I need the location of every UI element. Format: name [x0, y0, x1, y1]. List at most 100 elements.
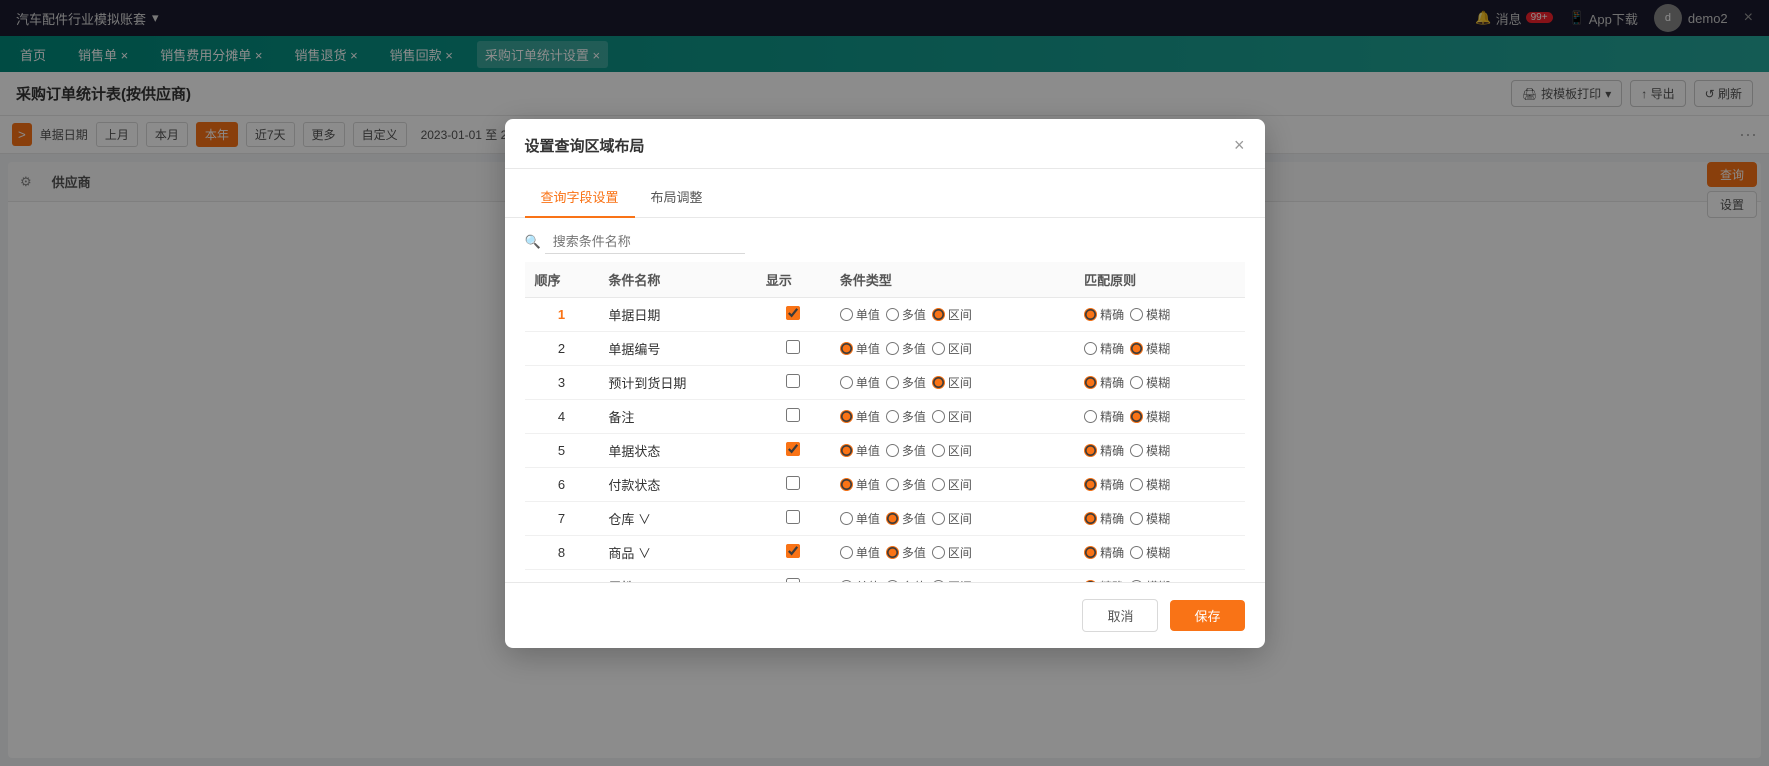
- match-rule-fuzzy-label[interactable]: 模糊: [1130, 306, 1170, 323]
- cond-type-range-label[interactable]: 区间: [932, 374, 972, 391]
- display-checkbox[interactable]: [786, 408, 800, 422]
- cancel-button[interactable]: 取消: [1082, 599, 1158, 632]
- match-rule-fuzzy-label[interactable]: 模糊: [1130, 510, 1170, 527]
- condition-search-input[interactable]: [545, 230, 745, 254]
- match-rule-fuzzy-label[interactable]: 模糊: [1130, 374, 1170, 391]
- match-rule-exact-radio[interactable]: [1084, 512, 1097, 525]
- cond-type-range-radio[interactable]: [932, 342, 945, 355]
- cond-type-multi-radio[interactable]: [886, 376, 899, 389]
- cond-type-range-label[interactable]: 区间: [932, 306, 972, 323]
- match-rule-fuzzy-radio[interactable]: [1130, 410, 1143, 423]
- match-rule-fuzzy-radio[interactable]: [1130, 444, 1143, 457]
- cond-type-range-label[interactable]: 区间: [932, 442, 972, 459]
- display-checkbox[interactable]: [786, 544, 800, 558]
- cond-type-multi-radio[interactable]: [886, 444, 899, 457]
- cond-type-multi-label[interactable]: 多值: [886, 510, 926, 527]
- cond-type-single-label[interactable]: 单值: [840, 340, 880, 357]
- cond-type-range-radio[interactable]: [932, 308, 945, 321]
- cond-type-single-label[interactable]: 单值: [840, 408, 880, 425]
- modal-tab-layout[interactable]: 布局调整: [635, 181, 719, 218]
- match-rule-exact-label[interactable]: 精确: [1084, 340, 1124, 357]
- match-rule-fuzzy-label[interactable]: 模糊: [1130, 408, 1170, 425]
- match-rule-exact-label[interactable]: 精确: [1084, 374, 1124, 391]
- cond-type-range-radio[interactable]: [932, 376, 945, 389]
- cond-type-single-radio[interactable]: [840, 512, 853, 525]
- cond-type-single-radio[interactable]: [840, 546, 853, 559]
- display-checkbox[interactable]: [786, 476, 800, 490]
- match-rule-fuzzy-radio[interactable]: [1130, 546, 1143, 559]
- cond-type-multi-radio[interactable]: [886, 546, 899, 559]
- cond-type-single-radio[interactable]: [840, 376, 853, 389]
- match-rule-exact-label[interactable]: 精确: [1084, 408, 1124, 425]
- row-display-cell[interactable]: [756, 399, 830, 433]
- cond-type-single-label[interactable]: 单值: [840, 442, 880, 459]
- row-display-cell[interactable]: [756, 365, 830, 399]
- cond-type-range-label[interactable]: 区间: [932, 408, 972, 425]
- row-display-cell[interactable]: [756, 331, 830, 365]
- match-rule-fuzzy-radio[interactable]: [1130, 342, 1143, 355]
- match-rule-exact-radio[interactable]: [1084, 546, 1097, 559]
- save-button[interactable]: 保存: [1170, 600, 1244, 631]
- match-rule-fuzzy-label[interactable]: 模糊: [1130, 340, 1170, 357]
- cond-type-range-radio[interactable]: [932, 546, 945, 559]
- cond-type-single-radio[interactable]: [840, 342, 853, 355]
- cond-type-range-radio[interactable]: [932, 478, 945, 491]
- cond-type-single-radio[interactable]: [840, 444, 853, 457]
- cond-type-multi-radio[interactable]: [886, 308, 899, 321]
- match-rule-exact-label[interactable]: 精确: [1084, 442, 1124, 459]
- cond-type-single-label[interactable]: 单值: [840, 510, 880, 527]
- match-rule-exact-label[interactable]: 精确: [1084, 510, 1124, 527]
- cond-type-range-label[interactable]: 区间: [932, 340, 972, 357]
- cond-type-range-label[interactable]: 区间: [932, 476, 972, 493]
- cond-type-range-label[interactable]: 区间: [932, 510, 972, 527]
- cond-type-multi-label[interactable]: 多值: [886, 544, 926, 561]
- modal-overlay[interactable]: 设置查询区域布局 × 查询字段设置 布局调整 🔍 顺序 条件名称 显示 条件类型: [0, 0, 1769, 766]
- cond-type-multi-label[interactable]: 多值: [886, 408, 926, 425]
- cond-type-multi-label[interactable]: 多值: [886, 442, 926, 459]
- modal-tab-query-fields[interactable]: 查询字段设置: [525, 181, 635, 218]
- display-checkbox[interactable]: [786, 306, 800, 320]
- cond-type-range-radio[interactable]: [932, 512, 945, 525]
- match-rule-fuzzy-radio[interactable]: [1130, 308, 1143, 321]
- modal-close-button[interactable]: ×: [1234, 136, 1245, 154]
- display-checkbox[interactable]: [786, 510, 800, 524]
- cond-type-multi-radio[interactable]: [886, 342, 899, 355]
- cond-type-multi-radio[interactable]: [886, 512, 899, 525]
- row-display-cell[interactable]: [756, 433, 830, 467]
- row-display-cell[interactable]: [756, 501, 830, 535]
- row-display-cell[interactable]: [756, 535, 830, 569]
- match-rule-exact-label[interactable]: 精确: [1084, 306, 1124, 323]
- match-rule-exact-radio[interactable]: [1084, 410, 1097, 423]
- cond-type-multi-label[interactable]: 多值: [886, 306, 926, 323]
- cond-type-multi-label[interactable]: 多值: [886, 476, 926, 493]
- cond-type-multi-radio[interactable]: [886, 478, 899, 491]
- cond-type-single-radio[interactable]: [840, 478, 853, 491]
- match-rule-fuzzy-radio[interactable]: [1130, 478, 1143, 491]
- match-rule-exact-radio[interactable]: [1084, 444, 1097, 457]
- display-checkbox[interactable]: [786, 340, 800, 354]
- cond-type-range-label[interactable]: 区间: [932, 544, 972, 561]
- match-rule-exact-radio[interactable]: [1084, 478, 1097, 491]
- match-rule-fuzzy-radio[interactable]: [1130, 376, 1143, 389]
- match-rule-exact-label[interactable]: 精确: [1084, 476, 1124, 493]
- match-rule-fuzzy-label[interactable]: 模糊: [1130, 442, 1170, 459]
- match-rule-fuzzy-label[interactable]: 模糊: [1130, 544, 1170, 561]
- match-rule-exact-label[interactable]: 精确: [1084, 544, 1124, 561]
- match-rule-fuzzy-radio[interactable]: [1130, 512, 1143, 525]
- row-display-cell[interactable]: [756, 297, 830, 331]
- cond-type-multi-radio[interactable]: [886, 410, 899, 423]
- cond-type-single-radio[interactable]: [840, 410, 853, 423]
- display-checkbox[interactable]: [786, 374, 800, 388]
- cond-type-single-label[interactable]: 单值: [840, 374, 880, 391]
- cond-type-single-label[interactable]: 单值: [840, 544, 880, 561]
- match-rule-exact-radio[interactable]: [1084, 308, 1097, 321]
- row-display-cell[interactable]: [756, 569, 830, 582]
- cond-type-range-radio[interactable]: [932, 410, 945, 423]
- match-rule-exact-radio[interactable]: [1084, 376, 1097, 389]
- cond-type-single-label[interactable]: 单值: [840, 476, 880, 493]
- display-checkbox[interactable]: [786, 442, 800, 456]
- cond-type-multi-label[interactable]: 多值: [886, 374, 926, 391]
- row-display-cell[interactable]: [756, 467, 830, 501]
- match-rule-fuzzy-label[interactable]: 模糊: [1130, 476, 1170, 493]
- cond-type-single-label[interactable]: 单值: [840, 306, 880, 323]
